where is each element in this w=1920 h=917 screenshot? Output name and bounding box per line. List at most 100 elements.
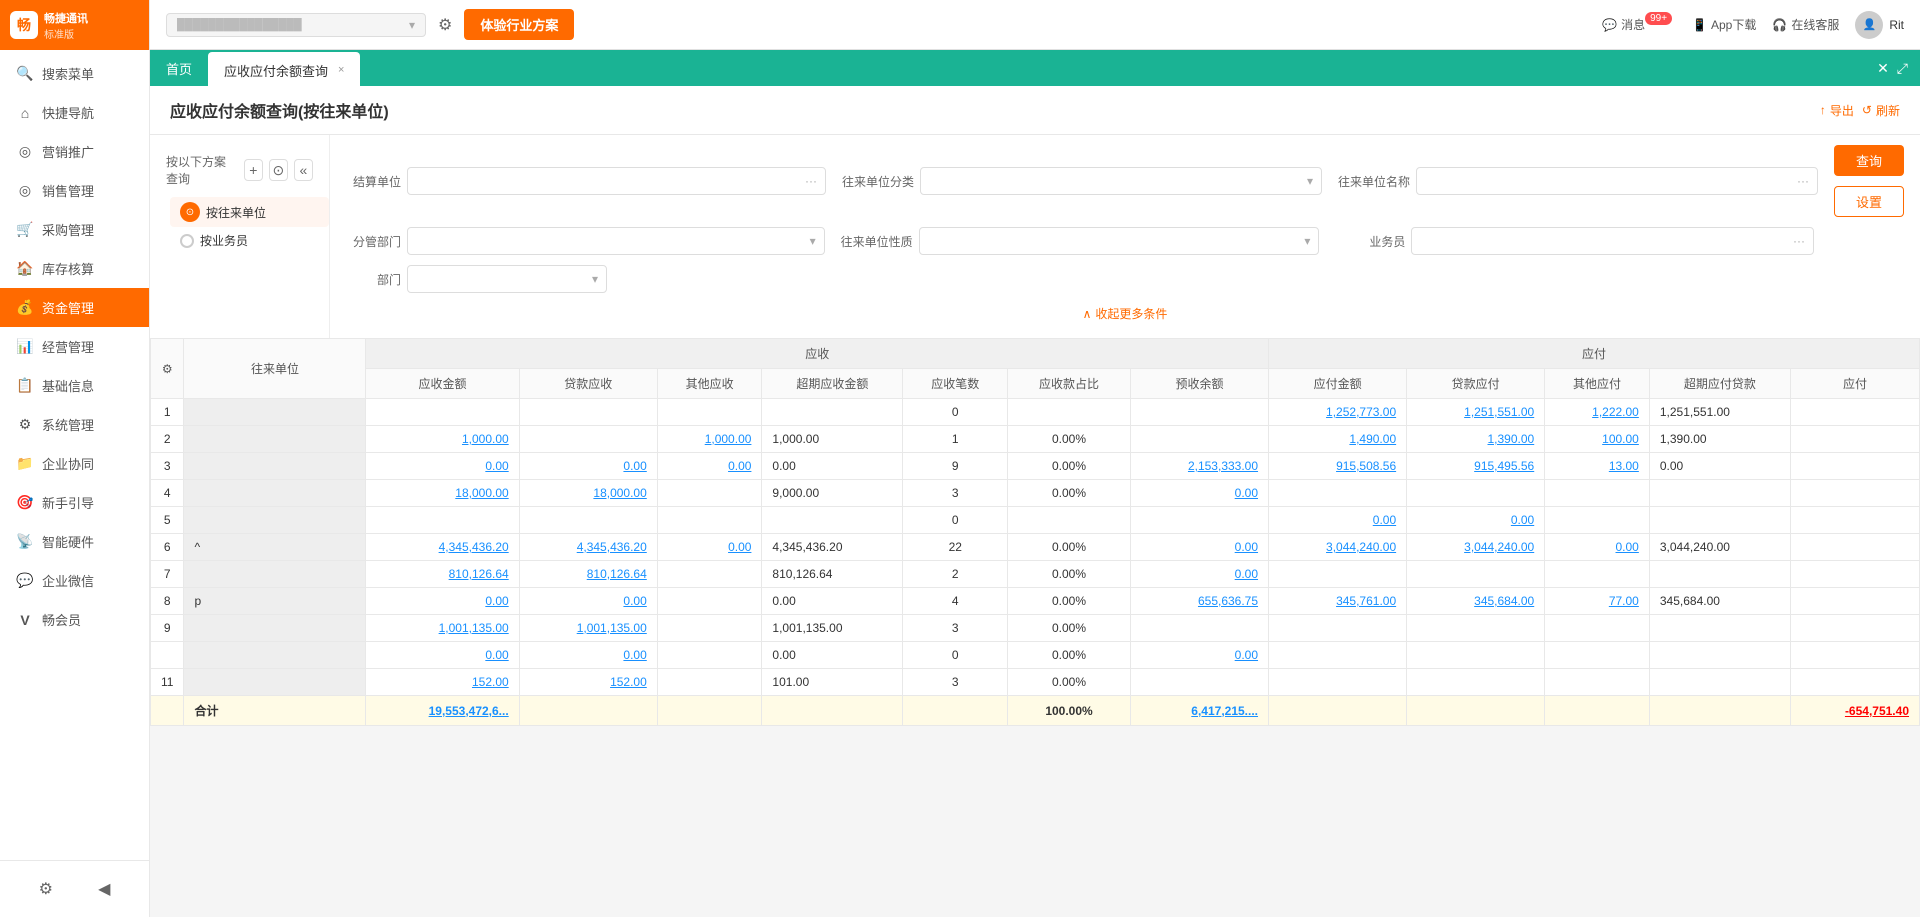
sidebar-item-member[interactable]: V 畅会员 xyxy=(0,600,149,639)
finance-icon: 💰 xyxy=(16,299,34,316)
sidebar-item-marketing[interactable]: ◎ 营销推广 xyxy=(0,132,149,171)
filter-row-3: 部门 ▾ xyxy=(346,265,1904,293)
th-ar-other: 其他应收 xyxy=(657,369,762,399)
home-icon: ⌂ xyxy=(16,105,34,121)
subdept-label: 部门 xyxy=(346,271,401,288)
row-name xyxy=(184,453,366,480)
sidebar-item-sales[interactable]: ◎ 销售管理 xyxy=(0,171,149,210)
filter-row-2: 分管部门 ▾ 往来单位性质 ▾ 业务员 ··· xyxy=(346,227,1904,255)
footer-label: 合计 xyxy=(184,696,366,726)
th-settings[interactable]: ⚙ xyxy=(151,339,184,399)
sidebar-item-basic[interactable]: 📋 基础信息 xyxy=(0,366,149,405)
query-buttons: 查询 设置 xyxy=(1834,145,1904,217)
export-button[interactable]: ↑ 导出 xyxy=(1820,102,1854,119)
table-settings-icon[interactable]: ⚙ xyxy=(162,362,173,376)
filter-settings-button[interactable]: ⊙ xyxy=(269,159,288,181)
sidebar-item-guide[interactable]: 🎯 新手引导 xyxy=(0,483,149,522)
logo-icon: 畅 xyxy=(10,11,38,39)
enterprise-icon: 📁 xyxy=(16,455,34,472)
tab-home[interactable]: 首页 xyxy=(150,50,208,86)
row-number: 2 xyxy=(151,426,184,453)
search-icon: 🔍 xyxy=(16,65,34,82)
message-item[interactable]: 💬 消息 99+ xyxy=(1602,16,1676,33)
settings-gear-icon[interactable]: ⚙ xyxy=(438,15,452,35)
url-bar[interactable]: ████████████████ ▾ xyxy=(166,13,426,37)
url-dropdown-icon[interactable]: ▾ xyxy=(409,18,415,32)
basic-icon: 📋 xyxy=(16,377,34,394)
th-group-ap: 应付 xyxy=(1269,339,1920,369)
sidebar-item-quicknav[interactable]: ⌂ 快捷导航 xyxy=(0,93,149,132)
scheme-item-unit[interactable]: ⊙ 按往来单位 xyxy=(170,197,329,227)
settings-footer-icon[interactable]: ⚙ xyxy=(39,879,53,899)
tab-close-icon[interactable]: × xyxy=(338,64,344,76)
app-download-item[interactable]: 📱 App下载 xyxy=(1692,16,1756,33)
row-number: 5 xyxy=(151,507,184,534)
settlement-input[interactable]: ··· xyxy=(407,167,826,195)
row-number: 3 xyxy=(151,453,184,480)
sidebar-item-search[interactable]: 🔍 搜索菜单 xyxy=(0,54,149,93)
tab-active[interactable]: 应收应付余额查询 × xyxy=(208,52,360,88)
sidebar-item-finance[interactable]: 💰 资金管理 xyxy=(0,288,149,327)
filter-right-panel: 结算单位 ··· 往来单位分类 ▾ 往来单位名称 ··· xyxy=(330,135,1920,338)
refresh-button[interactable]: ↺ 刷新 xyxy=(1862,102,1900,119)
footer-prepay[interactable]: 6,417,215.... xyxy=(1130,696,1268,726)
nature-label: 往来单位性质 xyxy=(841,233,913,250)
filter-add-button[interactable]: + xyxy=(244,159,263,181)
settings-button[interactable]: 设置 xyxy=(1834,186,1904,217)
footer-empty2 xyxy=(519,696,657,726)
th-ap-overdue: 超期应付贷款 xyxy=(1649,369,1790,399)
tab-close-window-icon[interactable]: ✕ xyxy=(1877,60,1889,77)
subdept-input[interactable]: ▾ xyxy=(407,265,607,293)
sidebar-item-purchase[interactable]: 🛒 采购管理 xyxy=(0,210,149,249)
category-input[interactable]: ▾ xyxy=(920,167,1322,195)
table-row: 4 18,000.0018,000.009,000.0030.00%0.00 xyxy=(151,480,1920,507)
row-name xyxy=(184,615,366,642)
row-name xyxy=(184,399,366,426)
sidebar-item-system[interactable]: ⚙ 系统管理 xyxy=(0,405,149,444)
marketing-icon: ◎ xyxy=(16,143,34,160)
inventory-icon: 🏠 xyxy=(16,260,34,277)
filter-prev-button[interactable]: « xyxy=(294,159,313,181)
member-icon: V xyxy=(16,612,34,628)
collapse-sidebar-icon[interactable]: ◀ xyxy=(98,879,110,899)
sidebar-item-hardware[interactable]: 📡 智能硬件 xyxy=(0,522,149,561)
page-header: 应收应付余额查询(按往来单位) ↑ 导出 ↺ 刷新 xyxy=(150,86,1920,135)
filter-group-subdept: 部门 ▾ xyxy=(346,265,607,293)
th-unit: 往来单位 xyxy=(184,339,366,399)
sidebar-item-wechat[interactable]: 💬 企业微信 xyxy=(0,561,149,600)
nature-input[interactable]: ▾ xyxy=(919,227,1320,255)
filter-row-1: 结算单位 ··· 往来单位分类 ▾ 往来单位名称 ··· xyxy=(346,145,1904,217)
dept-input[interactable]: ▾ xyxy=(407,227,825,255)
th-prepay: 预收余额 xyxy=(1130,369,1268,399)
name-label: 往来单位名称 xyxy=(1338,173,1410,190)
table-row: 8p0.000.000.0040.00%655,636.75345,761.00… xyxy=(151,588,1920,615)
footer-ar-ratio: 100.00% xyxy=(1008,696,1131,726)
export-icon: ↑ xyxy=(1820,103,1826,117)
message-badge: 99+ xyxy=(1645,12,1672,25)
sidebar-item-management[interactable]: 📊 经营管理 xyxy=(0,327,149,366)
online-service-item[interactable]: 🎧 在线客服 xyxy=(1772,16,1839,33)
filter-group-nature: 往来单位性质 ▾ xyxy=(841,227,1320,255)
th-ap-end: 应付 xyxy=(1790,369,1919,399)
sidebar-item-inventory[interactable]: 🏠 库存核算 xyxy=(0,249,149,288)
promo-button[interactable]: 体验行业方案 xyxy=(464,9,574,40)
footer-empty8 xyxy=(1545,696,1650,726)
name-input[interactable]: ··· xyxy=(1416,167,1818,195)
footer-ar-total[interactable]: 19,553,472,6... xyxy=(366,696,519,726)
table-row: 0.000.000.0000.00%0.00 xyxy=(151,642,1920,669)
table-row: 11 152.00152.00101.0030.00% xyxy=(151,669,1920,696)
user-area[interactable]: 👤 Rit xyxy=(1855,11,1904,39)
row-number: 4 xyxy=(151,480,184,507)
scheme-item-sales[interactable]: 按业务员 xyxy=(170,227,329,254)
footer-ap-total[interactable]: -654,751.40 xyxy=(1790,696,1919,726)
table-row: 5 00.000.00 xyxy=(151,507,1920,534)
salesman-input[interactable]: ··· xyxy=(1411,227,1814,255)
sidebar-item-enterprise[interactable]: 📁 企业协同 xyxy=(0,444,149,483)
sidebar-footer: ⚙ ◀ xyxy=(0,860,149,917)
tab-maximize-icon[interactable]: ⤢ xyxy=(1897,60,1908,77)
collapse-button[interactable]: ∧ 收起更多条件 xyxy=(1083,305,1168,322)
category-arrow-icon: ▾ xyxy=(1307,174,1313,188)
sidebar-logo: 畅 畅捷通讯 标准版 xyxy=(0,0,149,50)
query-button[interactable]: 查询 xyxy=(1834,145,1904,176)
row-number: 9 xyxy=(151,615,184,642)
